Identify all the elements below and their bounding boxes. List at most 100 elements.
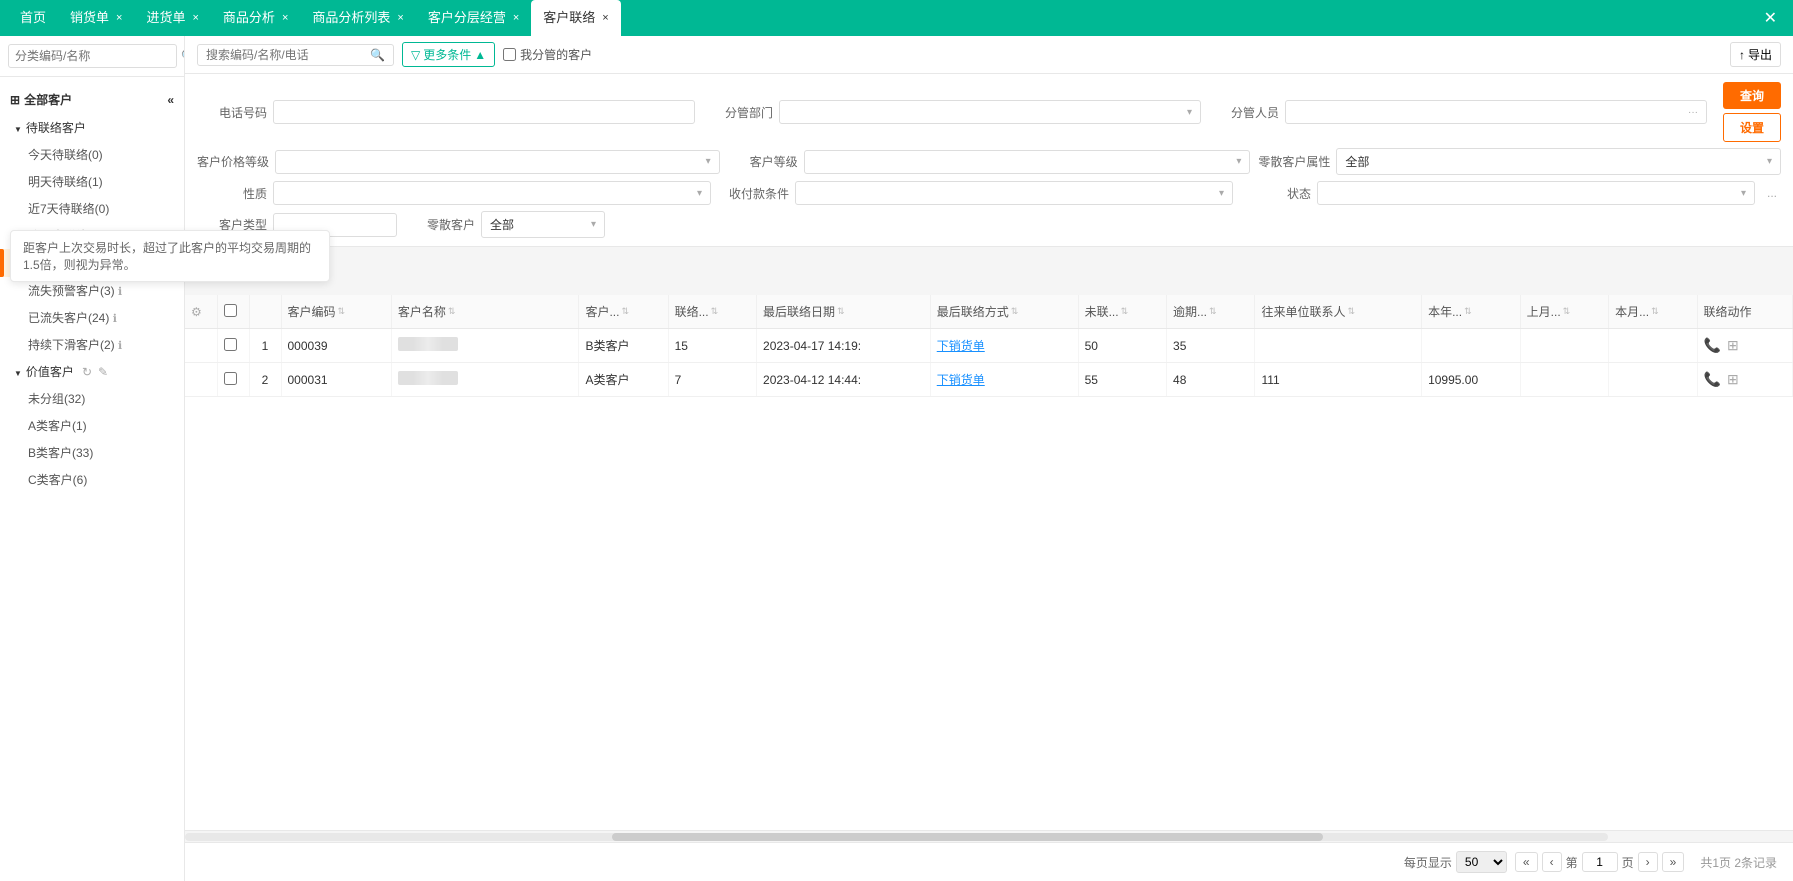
per-page-select[interactable]: 20 50 100 xyxy=(1456,851,1507,873)
col-last-date-label: 最后联络日期 xyxy=(763,303,835,320)
collapse-icon[interactable]: « xyxy=(167,93,174,107)
nav-item-analysis[interactable]: 商品分析 × xyxy=(211,0,300,36)
col-header-unit-contact: 往来单位联系人 ⇅ xyxy=(1255,295,1422,329)
nav-item-sales[interactable]: 销货单 × xyxy=(58,0,134,36)
scrollbar-track xyxy=(185,833,1608,841)
next-page-button[interactable]: › xyxy=(1638,852,1658,872)
row2-method-link[interactable]: 下销货单 xyxy=(937,373,985,387)
col-header-checkbox xyxy=(217,295,249,329)
week-contact-item[interactable]: 近7天待联络(0) xyxy=(0,195,184,222)
tomorrow-contact-item[interactable]: 明天待联络(1) xyxy=(0,168,184,195)
col-header-code: 客户编码 ⇅ xyxy=(281,295,391,329)
nav-item-segment[interactable]: 客户分层经营 × xyxy=(416,0,531,36)
price-level-input[interactable]: ▾ xyxy=(275,150,720,174)
main-search-icon[interactable]: 🔍 xyxy=(370,48,385,62)
col-last-method-sort[interactable]: ⇅ xyxy=(1011,306,1019,317)
col-unit-contact-sort[interactable]: ⇅ xyxy=(1347,306,1355,317)
sidebar-search-input[interactable] xyxy=(8,44,177,68)
nav-item-purchase[interactable]: 进货单 × xyxy=(134,0,210,36)
col-overdue-sort[interactable]: ⇅ xyxy=(1209,306,1217,317)
nav-close-purchase[interactable]: × xyxy=(192,0,198,36)
nav-close-analysis[interactable]: × xyxy=(282,0,288,36)
scrollbar-thumb[interactable] xyxy=(612,833,1324,841)
table-row: 2 000031 A类客户 7 2023-04-12 14:44: 下销货单 5… xyxy=(185,363,1793,397)
refresh-icon[interactable]: ↻ xyxy=(82,365,92,379)
set-button[interactable]: 设置 xyxy=(1723,113,1781,142)
b-class-item[interactable]: B类客户(33) xyxy=(0,439,184,466)
phone-input[interactable] xyxy=(273,100,695,124)
price-level-text-input[interactable] xyxy=(284,155,706,169)
payment-input[interactable]: ▾ xyxy=(795,181,1233,205)
edit-icon[interactable]: ✎ xyxy=(98,365,108,379)
row1-method-link[interactable]: 下销货单 xyxy=(937,339,985,353)
more-conditions-label: 更多条件 xyxy=(423,46,471,63)
my-customers-checkbox[interactable]: 我分管的客户 xyxy=(503,46,592,63)
retail-label: 零散客户 xyxy=(405,216,475,233)
horizontal-scrollbar[interactable] xyxy=(185,830,1793,842)
row1-check[interactable] xyxy=(224,338,237,351)
col-this-year-sort[interactable]: ⇅ xyxy=(1464,306,1472,317)
row1-phone-action[interactable]: 📞 xyxy=(1704,337,1721,354)
row2-check[interactable] xyxy=(224,372,237,385)
col-last-date-sort[interactable]: ⇅ xyxy=(837,306,845,317)
my-customers-check[interactable] xyxy=(503,48,516,61)
more-fields-button[interactable]: ... xyxy=(1763,184,1781,202)
a-class-item[interactable]: A类客户(1) xyxy=(0,412,184,439)
phone-text-input[interactable] xyxy=(282,105,686,119)
today-contact-item[interactable]: 今天待联络(0) xyxy=(0,141,184,168)
select-all-checkbox[interactable] xyxy=(224,304,237,317)
retail-input[interactable]: 全部 ▾ xyxy=(481,211,605,238)
nav-item-home[interactable]: 首页 xyxy=(8,0,58,36)
manager-text-input[interactable] xyxy=(1294,105,1688,119)
export-button[interactable]: ↑ 导出 xyxy=(1730,42,1781,67)
col-level-sort[interactable]: ⇅ xyxy=(621,306,629,317)
pending-contact-header[interactable]: 待联络客户 xyxy=(0,114,184,141)
row2-phone-action[interactable]: 📞 xyxy=(1704,371,1721,388)
more-conditions-button[interactable]: ▽ 更多条件 ▲ xyxy=(402,42,495,67)
nav-close-segment[interactable]: × xyxy=(513,0,519,36)
dept-text-input[interactable] xyxy=(788,105,1187,119)
customer-level-text-input[interactable] xyxy=(813,155,1237,169)
declining-customers-item[interactable]: 持续下滑客户(2) ℹ xyxy=(0,331,184,358)
col-this-month-sort[interactable]: ⇅ xyxy=(1651,306,1659,317)
nav-item-analysis-list[interactable]: 商品分析列表 × xyxy=(300,0,415,36)
retail-attr-input[interactable]: 全部 ▾ xyxy=(1336,148,1781,175)
col-uncontacted-sort[interactable]: ⇅ xyxy=(1121,306,1129,317)
main-search-input[interactable] xyxy=(206,48,366,62)
customer-level-input[interactable]: ▾ xyxy=(804,150,1251,174)
query-button[interactable]: 查询 xyxy=(1723,82,1781,109)
lost-customers-item[interactable]: 已流失客户(24) ℹ xyxy=(0,304,184,331)
col-code-sort[interactable]: ⇅ xyxy=(338,306,346,317)
data-table-container[interactable]: ⚙ 客户编码 ⇅ xyxy=(185,295,1793,830)
status-text-input[interactable] xyxy=(1326,186,1741,200)
status-input[interactable]: ▾ xyxy=(1317,181,1755,205)
nav-close-analysis-list[interactable]: × xyxy=(397,0,403,36)
col-contact-sort[interactable]: ⇅ xyxy=(711,306,719,317)
gender-input[interactable]: ▾ xyxy=(273,181,711,205)
nav-close-contact[interactable]: × xyxy=(602,0,608,36)
gender-text-input[interactable] xyxy=(282,186,697,200)
top-navigation: 首页 销货单 × 进货单 × 商品分析 × 商品分析列表 × 客户分层经营 × … xyxy=(0,0,1793,36)
pagination-bar: 每页显示 20 50 100 « ‹ 第 页 › » 共1页 2条记录 xyxy=(185,842,1793,881)
last-page-button[interactable]: » xyxy=(1662,852,1685,872)
close-all-button[interactable]: ✕ xyxy=(1756,8,1785,28)
col-uncontacted-label: 未联... xyxy=(1085,303,1119,320)
dept-input[interactable]: ▾ xyxy=(779,100,1201,124)
nav-item-contact[interactable]: 客户联络 × xyxy=(531,0,620,36)
nav-close-sales[interactable]: × xyxy=(116,0,122,36)
row2-more-action[interactable]: ⊞ xyxy=(1727,371,1739,388)
col-name-sort[interactable]: ⇅ xyxy=(448,306,456,317)
row1-uncontacted: 50 xyxy=(1078,329,1166,363)
col-last-month-sort[interactable]: ⇅ xyxy=(1563,306,1571,317)
table-settings-icon[interactable]: ⚙ xyxy=(191,305,202,319)
first-page-button[interactable]: « xyxy=(1515,852,1538,872)
row1-more-action[interactable]: ⊞ xyxy=(1727,337,1739,354)
manager-input[interactable]: ··· xyxy=(1285,100,1707,124)
prev-page-button[interactable]: ‹ xyxy=(1542,852,1562,872)
ungroup-item[interactable]: 未分组(32) xyxy=(0,385,184,412)
payment-text-input[interactable] xyxy=(804,186,1219,200)
all-customers-header[interactable]: ⊞ 全部客户 « xyxy=(0,85,184,114)
value-customers-header[interactable]: 价值客户 ↻ ✎ xyxy=(0,358,184,385)
c-class-item[interactable]: C类客户(6) xyxy=(0,466,184,493)
page-number-input[interactable] xyxy=(1582,852,1618,872)
